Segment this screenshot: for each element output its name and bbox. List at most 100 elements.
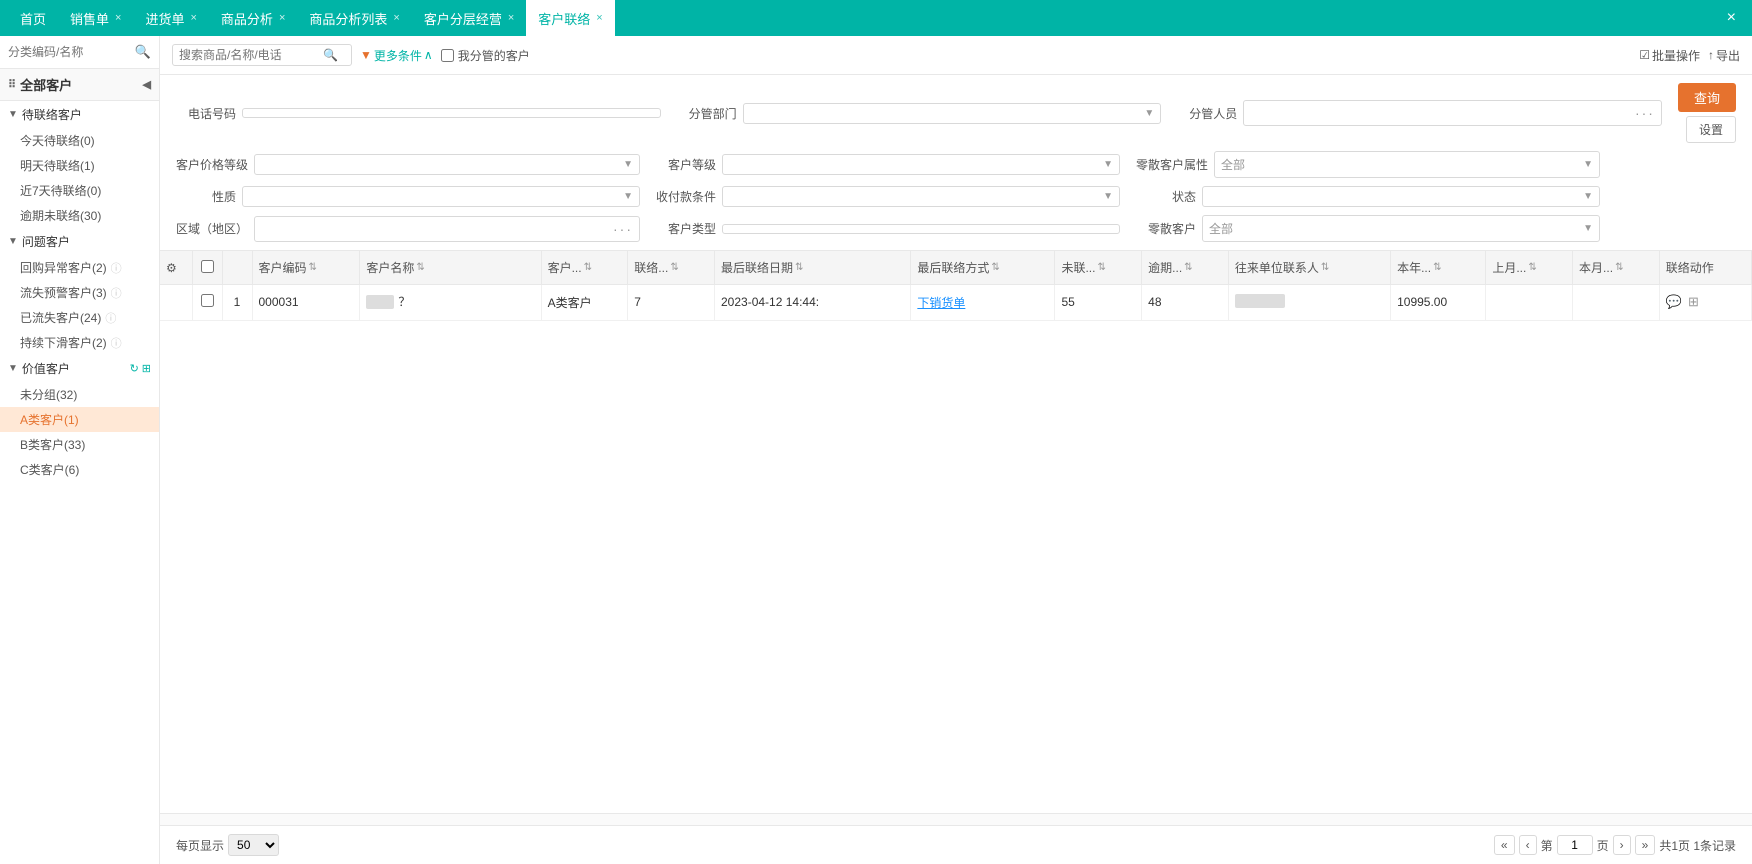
sidebar-item-a-class[interactable]: A类客户(1)	[0, 407, 159, 432]
sort-prev-contact-icon: ⇅	[1321, 262, 1329, 273]
filter-search-icon[interactable]: 🔍	[323, 48, 338, 62]
next-page-btn[interactable]: ›	[1613, 835, 1631, 855]
th-type[interactable]: 客户... ⇅	[541, 251, 628, 285]
nav-analysis[interactable]: 商品分析 ×	[209, 0, 297, 36]
page-input[interactable]	[1557, 835, 1593, 855]
nav-analysis-close[interactable]: ×	[279, 12, 285, 24]
sidebar-item-churn-warn[interactable]: 流失预警客户(3) ⓘ	[0, 280, 159, 305]
sidebar-item-c-class[interactable]: C类客户(6)	[0, 457, 159, 482]
th-contact[interactable]: 联络... ⇅	[628, 251, 715, 285]
first-page-btn[interactable]: «	[1494, 835, 1515, 855]
nav-purchase[interactable]: 进货单 ×	[133, 0, 208, 36]
sidebar-item-declining[interactable]: 持续下滑客户(2) ⓘ	[0, 330, 159, 355]
sidebar-search-icon[interactable]: 🔍	[135, 44, 151, 60]
filter-customer-level: 客户等级 ▼	[656, 154, 1120, 175]
more-conditions-btn[interactable]: ▼ 更多条件 ∧	[360, 47, 433, 64]
filter-dept: 分管部门 ▼	[677, 103, 1162, 124]
sidebar-item-b-class[interactable]: B类客户(33)	[0, 432, 159, 457]
th-code[interactable]: 客户编码 ⇅	[252, 251, 360, 285]
last-method-link[interactable]: 下销货单	[917, 296, 965, 310]
my-customers-check[interactable]	[441, 49, 454, 62]
sidebar-item-repurchase[interactable]: 回购异常客户(2) ⓘ	[0, 255, 159, 280]
pagination: 每页显示 50 100 200 « ‹ 第 页 › » 共1页 1条记录	[160, 825, 1752, 864]
filter-retail-input[interactable]: 全部 ▼	[1202, 215, 1600, 242]
filter-customer-level-input[interactable]: ▼	[722, 154, 1120, 175]
close-all-tabs[interactable]: ×	[1719, 9, 1744, 27]
my-customers-checkbox[interactable]: 我分管的客户	[441, 47, 530, 64]
add-group-icon[interactable]: ⊞	[142, 362, 151, 375]
bottom-scrollbar[interactable]	[160, 813, 1752, 825]
filter-payment-input[interactable]: ▼	[722, 186, 1120, 207]
nav-analysis-list[interactable]: 商品分析列表 ×	[297, 0, 411, 36]
th-prev-contact[interactable]: 往来单位联系人 ⇅	[1228, 251, 1390, 285]
pending-arrow: ▼	[8, 109, 18, 120]
filter-nature-input[interactable]: ▼	[242, 186, 640, 207]
filter-retail-attr-input[interactable]: 全部 ▼	[1214, 151, 1600, 178]
filter-cust-type-input[interactable]	[722, 224, 1120, 234]
th-uncontacted[interactable]: 未联... ⇅	[1055, 251, 1142, 285]
nav-sales[interactable]: 销售单 ×	[58, 0, 133, 36]
filter-region-label: 区域（地区）	[176, 220, 248, 237]
export-icon: ↑	[1708, 48, 1714, 62]
value-arrow: ▼	[8, 363, 18, 374]
last-page-btn[interactable]: »	[1635, 835, 1656, 855]
nav-purchase-close[interactable]: ×	[190, 12, 196, 24]
td-contact: 7	[628, 285, 715, 321]
sidebar-item-overdue[interactable]: 逾期未联络(30)	[0, 203, 159, 228]
per-page-select[interactable]: 50 100 200	[228, 834, 279, 856]
filter-search-input[interactable]	[179, 48, 319, 62]
sidebar-item-unclassified[interactable]: 未分组(32)	[0, 382, 159, 407]
collapse-icon[interactable]: ◀	[143, 78, 151, 91]
filter-price-level-input[interactable]: ▼	[254, 154, 640, 175]
chat-action-icon[interactable]: 💬	[1666, 294, 1682, 310]
filter-manager-input[interactable]: ···	[1243, 100, 1662, 126]
filter-dept-label: 分管部门	[677, 105, 737, 122]
filter-region-input[interactable]: ···	[254, 216, 640, 242]
td-uncontacted: 55	[1055, 285, 1142, 321]
filter-dept-input[interactable]: ▼	[743, 103, 1162, 124]
value-customer-label: 价值客户	[22, 360, 70, 377]
pending-contact-group[interactable]: ▼ 待联络客户	[0, 101, 159, 128]
sidebar-item-churned[interactable]: 已流失客户(24) ⓘ	[0, 305, 159, 330]
nav-customer-segment[interactable]: 客户分层经营 ×	[412, 0, 526, 36]
th-this-year[interactable]: 本年... ⇅	[1391, 251, 1486, 285]
all-customers-header[interactable]: ⠿ 全部客户 ◀	[0, 69, 159, 101]
nav-analysis-list-close[interactable]: ×	[393, 12, 399, 24]
sidebar-item-tomorrow[interactable]: 明天待联络(1)	[0, 153, 159, 178]
sidebar-item-7days[interactable]: 近7天待联络(0)	[0, 178, 159, 203]
filter-status-input[interactable]: ▼	[1202, 186, 1600, 207]
grid-action-icon[interactable]: ⊞	[1688, 294, 1699, 310]
settings-button[interactable]: 设置	[1686, 116, 1736, 143]
th-last-month[interactable]: 上月... ⇅	[1486, 251, 1573, 285]
sidebar-item-today[interactable]: 今天待联络(0)	[0, 128, 159, 153]
filter-payment: 收付款条件 ▼	[656, 186, 1120, 207]
sort-name-icon: ⇅	[416, 262, 424, 273]
row-checkbox[interactable]	[201, 294, 214, 307]
nav-customer-segment-close[interactable]: ×	[508, 12, 514, 24]
td-last-date: 2023-04-12 14:44:	[715, 285, 911, 321]
value-customer-group[interactable]: ▼ 价值客户 ↻ ⊞	[0, 355, 159, 382]
nav-customer-contact-close[interactable]: ×	[596, 12, 602, 24]
nav-customer-contact[interactable]: 客户联络 ×	[526, 0, 614, 36]
th-overdue[interactable]: 逾期... ⇅	[1142, 251, 1229, 285]
retail-chevron: ▼	[1583, 223, 1593, 234]
th-last-date[interactable]: 最后联络日期 ⇅	[715, 251, 911, 285]
export-btn[interactable]: ↑ 导出	[1708, 47, 1740, 64]
filter-phone-input[interactable]	[242, 108, 661, 118]
sidebar-search-input[interactable]	[8, 45, 131, 59]
nav-sales-close[interactable]: ×	[115, 12, 121, 24]
th-last-method[interactable]: 最后联络方式 ⇅	[911, 251, 1055, 285]
batch-op-btn[interactable]: ☑ 批量操作	[1639, 47, 1700, 64]
th-this-month[interactable]: 本月... ⇅	[1573, 251, 1660, 285]
sidebar-search-container: 🔍	[0, 36, 159, 69]
select-all-checkbox[interactable]	[201, 260, 214, 273]
th-settings[interactable]: ⚙	[160, 251, 192, 285]
problem-customer-group[interactable]: ▼ 问题客户	[0, 228, 159, 255]
refresh-icon[interactable]: ↻	[130, 362, 139, 375]
top-nav: 首页 销售单 × 进货单 × 商品分析 × 商品分析列表 × 客户分层经营 × …	[0, 0, 1752, 36]
query-button[interactable]: 查询	[1678, 83, 1736, 112]
filter-status: 状态 ▼	[1136, 186, 1600, 207]
th-name[interactable]: 客户名称 ⇅	[360, 251, 541, 285]
prev-page-btn[interactable]: ‹	[1519, 835, 1537, 855]
nav-home[interactable]: 首页	[8, 0, 58, 36]
